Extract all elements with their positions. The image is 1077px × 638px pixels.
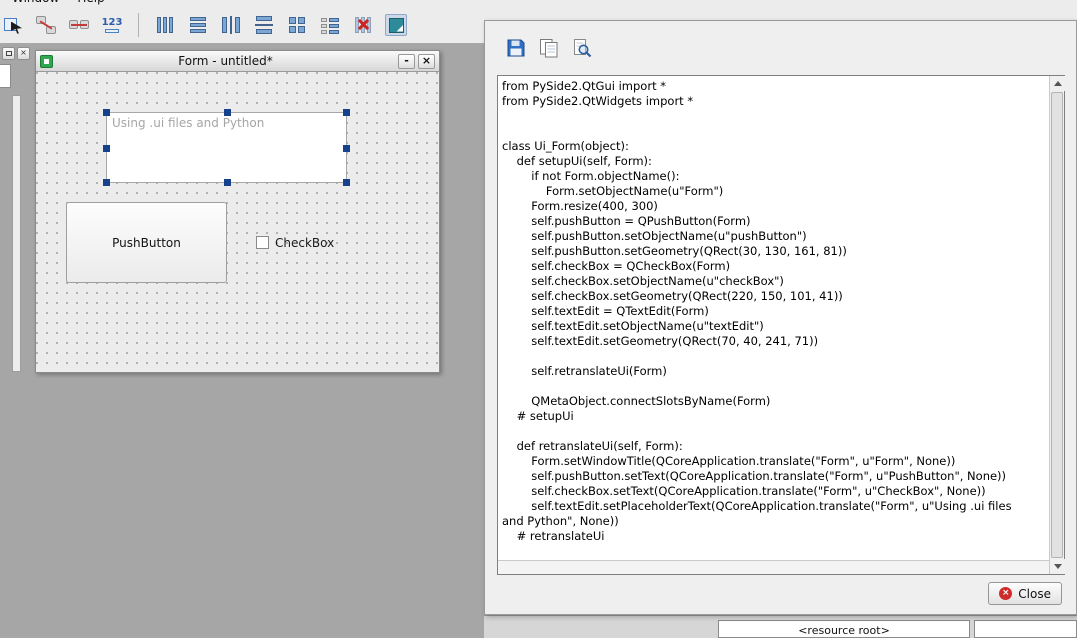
selection-handle[interactable] bbox=[343, 145, 350, 152]
arrow-down-icon bbox=[1054, 564, 1062, 569]
resource-side-panel[interactable] bbox=[974, 620, 1077, 638]
selection-handle[interactable] bbox=[224, 109, 231, 116]
selection-handle[interactable] bbox=[343, 179, 350, 186]
scroll-down-button[interactable] bbox=[1050, 559, 1065, 574]
dock-close-button[interactable]: × bbox=[17, 47, 30, 60]
minimize-button[interactable]: - bbox=[398, 54, 415, 69]
copy-icon[interactable] bbox=[538, 37, 560, 59]
form-window-titlebar[interactable]: Form - untitled* - × bbox=[36, 51, 439, 72]
vertical-scrollbar[interactable] bbox=[1049, 76, 1064, 574]
resource-root-item[interactable]: <resource root> bbox=[798, 624, 890, 637]
form-editor-window: Form - untitled* - × Using .ui files and… bbox=[35, 50, 440, 373]
code-preview-dialog: from PySide2.QtGui import * from PySide2… bbox=[484, 20, 1077, 615]
adjust-size-icon[interactable] bbox=[385, 14, 407, 36]
menubar: Window Help bbox=[0, 0, 1077, 6]
pushbutton-widget[interactable]: PushButton bbox=[66, 202, 227, 283]
widgetbox-filter-input[interactable] bbox=[0, 64, 11, 88]
code-dialog-toolbar bbox=[505, 37, 593, 59]
textedit-placeholder: Using .ui files and Python bbox=[112, 116, 264, 130]
selection-handle[interactable] bbox=[103, 145, 110, 152]
window-close-button[interactable]: × bbox=[418, 54, 435, 69]
form-window-title: Form - untitled* bbox=[56, 54, 395, 68]
arrow-up-icon bbox=[1054, 81, 1062, 86]
float-icon bbox=[6, 51, 12, 56]
widgetbox-scrollbar[interactable] bbox=[12, 95, 21, 372]
qt-designer-window: Window Help 123 bbox=[0, 0, 1077, 638]
selection-handle[interactable] bbox=[103, 179, 110, 186]
layout-form-icon[interactable] bbox=[319, 14, 341, 36]
layout-horizontal-splitter-icon[interactable] bbox=[220, 14, 242, 36]
resource-browser-panel: <resource root> bbox=[484, 615, 1077, 638]
edit-widgets-icon[interactable] bbox=[2, 14, 24, 36]
toolbar-separator bbox=[138, 13, 139, 37]
close-circle-icon: × bbox=[999, 587, 1012, 600]
layout-grid-icon[interactable] bbox=[286, 14, 308, 36]
scroll-up-button[interactable] bbox=[1050, 76, 1065, 91]
break-layout-icon[interactable] bbox=[352, 14, 374, 36]
menu-help[interactable]: Help bbox=[77, 0, 104, 5]
close-icon: × bbox=[20, 48, 27, 57]
resource-tree[interactable]: <resource root> bbox=[718, 620, 970, 638]
layout-vertical-splitter-icon[interactable] bbox=[253, 14, 275, 36]
edit-buddies-icon[interactable] bbox=[68, 14, 90, 36]
dock-float-button[interactable] bbox=[2, 47, 15, 60]
layout-horizontal-icon[interactable] bbox=[154, 14, 176, 36]
close-button-label: Close bbox=[1018, 587, 1051, 601]
textedit-widget[interactable]: Using .ui files and Python bbox=[106, 112, 347, 183]
scrollbar-thumb[interactable] bbox=[1051, 92, 1063, 558]
dialog-close-button[interactable]: × Close bbox=[988, 582, 1062, 605]
save-icon[interactable] bbox=[505, 37, 527, 59]
selection-handle[interactable] bbox=[103, 109, 110, 116]
layout-vertical-icon[interactable] bbox=[187, 14, 209, 36]
checkbox-widget[interactable]: CheckBox bbox=[256, 222, 357, 263]
generated-code[interactable]: from PySide2.QtGui import * from PySide2… bbox=[502, 79, 1046, 558]
selection-handle[interactable] bbox=[343, 109, 350, 116]
horizontal-scrollbar[interactable] bbox=[498, 560, 1049, 574]
edit-signals-slots-icon[interactable] bbox=[35, 14, 57, 36]
checkbox-label: CheckBox bbox=[275, 236, 334, 250]
form-window-icon bbox=[40, 55, 53, 68]
menu-window[interactable]: Window bbox=[12, 0, 59, 5]
checkbox-indicator[interactable] bbox=[256, 236, 269, 249]
form-canvas[interactable]: Using .ui files and Python PushButton Ch… bbox=[36, 72, 439, 372]
selection-handle[interactable] bbox=[224, 179, 231, 186]
find-icon[interactable] bbox=[571, 37, 593, 59]
edit-tab-order-icon[interactable]: 123 bbox=[101, 14, 123, 36]
code-text-area[interactable]: from PySide2.QtGui import * from PySide2… bbox=[497, 75, 1065, 575]
